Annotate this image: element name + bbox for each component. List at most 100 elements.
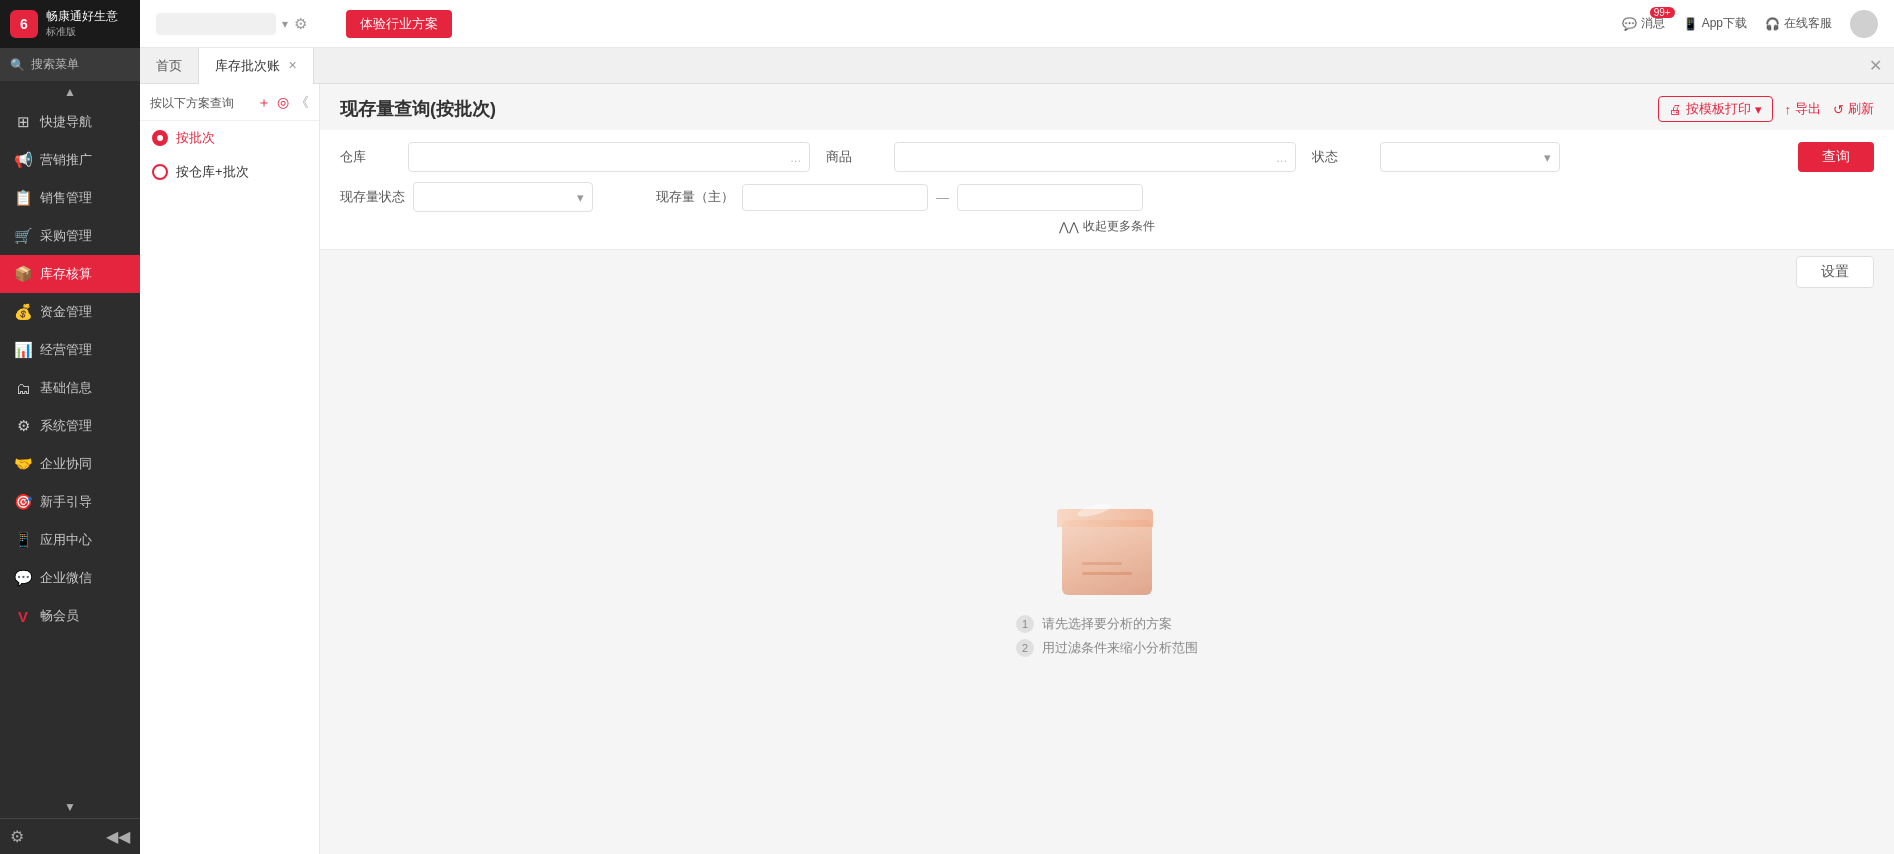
empty-steps: 1 请先选择要分析的方案 2 用过滤条件来缩小分析范围 — [1016, 615, 1198, 657]
inventory-status-chevron-icon: ▾ — [577, 190, 584, 205]
refresh-btn[interactable]: ↺ 刷新 — [1833, 100, 1874, 118]
wechat-icon: 💬 — [14, 569, 32, 587]
status-select[interactable]: ▾ — [1380, 142, 1560, 172]
print-chevron-icon[interactable]: ▾ — [1755, 102, 1762, 117]
inventory-status-select[interactable]: ▾ — [413, 182, 593, 212]
topbar-chevron-icon[interactable]: ▾ — [282, 17, 288, 31]
step-num-2: 2 — [1016, 639, 1034, 657]
sidebar-item-sales[interactable]: 📋 销售管理 — [0, 179, 140, 217]
marketing-icon: 📢 — [14, 151, 32, 169]
search-form: 仓库 ... 商品 ... 状态 — [320, 130, 1894, 250]
print-icon: 🖨 — [1669, 102, 1682, 117]
sidebar-item-vip[interactable]: V 畅会员 — [0, 597, 140, 635]
add-filter-icon[interactable]: ＋ — [257, 94, 271, 112]
filter-item-by-warehouse-batch[interactable]: 按仓库+批次 — [140, 155, 319, 189]
product-field: 商品 ... — [826, 142, 1296, 172]
headset-icon: 🎧 — [1765, 17, 1780, 31]
settings-bottom-icon[interactable]: ⚙ — [10, 827, 24, 846]
sidebar-search[interactable]: 🔍 搜索菜单 — [0, 48, 140, 81]
empty-step-2: 2 用过滤条件来缩小分析范围 — [1016, 639, 1198, 657]
experience-btn[interactable]: 体验行业方案 — [346, 10, 452, 38]
topbar-actions: 💬 消息 99+ 📱 App下载 🎧 在线客服 — [1622, 10, 1878, 38]
topbar-search-input[interactable] — [156, 13, 276, 35]
search-row-1: 仓库 ... 商品 ... 状态 — [340, 142, 1874, 172]
messages-badge: 99+ — [1650, 7, 1675, 18]
main-area: ▾ ⚙ 体验行业方案 💬 消息 99+ 📱 App下载 🎧 在线客服 首页 — [140, 0, 1894, 854]
page-header-actions: 🖨 按模板打印 ▾ ↑ 导出 ↺ 刷新 — [1658, 96, 1875, 122]
sidebar-item-app-center[interactable]: 📱 应用中心 — [0, 521, 140, 559]
step-num-1: 1 — [1016, 615, 1034, 633]
sales-icon: 📋 — [14, 189, 32, 207]
product-dots-icon[interactable]: ... — [1276, 150, 1287, 165]
filter-settings-icon[interactable]: ◎ — [277, 94, 289, 112]
warehouse-input[interactable]: ... — [408, 142, 810, 172]
product-input[interactable]: ... — [894, 142, 1296, 172]
sidebar-item-newbie[interactable]: 🎯 新手引导 — [0, 483, 140, 521]
vip-icon: V — [14, 608, 32, 625]
sidebar-item-finance[interactable]: 💰 资金管理 — [0, 293, 140, 331]
content-main: 现存量查询(按批次) 🖨 按模板打印 ▾ ↑ 导出 ↺ 刷新 — [320, 84, 1894, 854]
search-icon: 🔍 — [10, 58, 25, 72]
sidebar-item-marketing[interactable]: 📢 营销推广 — [0, 141, 140, 179]
inventory-qty-from[interactable] — [742, 184, 928, 211]
scroll-down-btn[interactable]: ▼ — [0, 796, 140, 818]
messages-action[interactable]: 💬 消息 99+ — [1622, 15, 1665, 32]
quick-nav-icon: ⊞ — [14, 113, 32, 131]
empty-state: 1 请先选择要分析的方案 2 用过滤条件来缩小分析范围 — [320, 288, 1894, 854]
finance-icon: 💰 — [14, 303, 32, 321]
sidebar-item-purchase[interactable]: 🛒 采购管理 — [0, 217, 140, 255]
app-logo: 6 — [10, 10, 38, 38]
tab-close-icon[interactable]: ✕ — [288, 59, 297, 72]
empty-illustration — [1047, 485, 1167, 595]
refresh-icon: ↺ — [1833, 102, 1844, 117]
online-service-action[interactable]: 🎧 在线客服 — [1765, 15, 1832, 32]
topbar-gear-icon[interactable]: ⚙ — [294, 15, 307, 33]
box-lid — [1057, 509, 1153, 527]
empty-step-1: 1 请先选择要分析的方案 — [1016, 615, 1198, 633]
sidebar-item-quick-nav[interactable]: ⊞ 快捷导航 — [0, 103, 140, 141]
box-body — [1062, 520, 1152, 595]
inventory-qty-to[interactable] — [957, 184, 1143, 211]
app-center-icon: 📱 — [14, 531, 32, 549]
sidebar-item-wechat[interactable]: 💬 企业微信 — [0, 559, 140, 597]
inventory-icon: 📦 — [14, 265, 32, 283]
tab-inventory-batch[interactable]: 库存批次账 ✕ — [199, 48, 314, 84]
status-chevron-icon: ▾ — [1544, 150, 1551, 165]
collapse-filter-icon[interactable]: 《 — [295, 94, 309, 112]
filter-panel: 按以下方案查询 ＋ ◎ 《 按批次 按仓库+批次 — [140, 84, 320, 854]
filter-item-by-batch[interactable]: 按批次 — [140, 121, 319, 155]
sidebar-item-operations[interactable]: 📊 经营管理 — [0, 331, 140, 369]
sidebar-header: 6 畅康通好生意 标准版 — [0, 0, 140, 48]
settings-btn[interactable]: 设置 — [1796, 256, 1874, 288]
collapse-more-btn[interactable]: ⋀⋀ 收起更多条件 — [340, 212, 1874, 237]
tabbar: 首页 库存批次账 ✕ ✕ — [140, 48, 1894, 84]
warehouse-dots-icon[interactable]: ... — [790, 150, 801, 165]
scroll-up-btn[interactable]: ▲ — [0, 81, 140, 103]
sidebar-item-basics[interactable]: 🗂 基础信息 — [0, 369, 140, 407]
sidebar-item-system[interactable]: ⚙ 系统管理 — [0, 407, 140, 445]
topbar-input-area: ▾ ⚙ — [156, 13, 336, 35]
page-header: 现存量查询(按批次) 🖨 按模板打印 ▾ ↑ 导出 ↺ 刷新 — [320, 84, 1894, 130]
query-btn[interactable]: 查询 — [1798, 142, 1874, 172]
panel-close-btn[interactable]: ✕ — [1857, 56, 1894, 75]
purchase-icon: 🛒 — [14, 227, 32, 245]
action-bar: 设置 — [320, 250, 1894, 288]
tab-home[interactable]: 首页 — [140, 48, 199, 84]
filter-panel-actions: ＋ ◎ 《 — [257, 94, 309, 112]
filter-dot-empty — [152, 164, 168, 180]
content-area: 按以下方案查询 ＋ ◎ 《 按批次 按仓库+批次 现存量查询(按批次) — [140, 84, 1894, 854]
basics-icon: 🗂 — [14, 380, 32, 397]
user-avatar[interactable] — [1850, 10, 1878, 38]
export-btn[interactable]: ↑ 导出 — [1785, 100, 1822, 118]
sidebar-nav: ⊞ 快捷导航 📢 营销推广 📋 销售管理 🛒 采购管理 📦 库存核算 💰 资金管… — [0, 103, 140, 796]
app-download-action[interactable]: 📱 App下载 — [1683, 15, 1747, 32]
app-download-icon: 📱 — [1683, 17, 1698, 31]
collapse-sidebar-icon[interactable]: ◀◀ — [106, 827, 130, 846]
sidebar-bottom: ⚙ ◀◀ — [0, 818, 140, 854]
sidebar-item-enterprise[interactable]: 🤝 企业协同 — [0, 445, 140, 483]
status-field: 状态 ▾ — [1312, 142, 1782, 172]
template-print-btn[interactable]: 🖨 按模板打印 ▾ — [1658, 96, 1773, 122]
inventory-status-field: 现存量状态 ▾ — [340, 182, 640, 212]
sidebar-item-inventory[interactable]: 📦 库存核算 — [0, 255, 140, 293]
page-title: 现存量查询(按批次) — [340, 97, 496, 121]
